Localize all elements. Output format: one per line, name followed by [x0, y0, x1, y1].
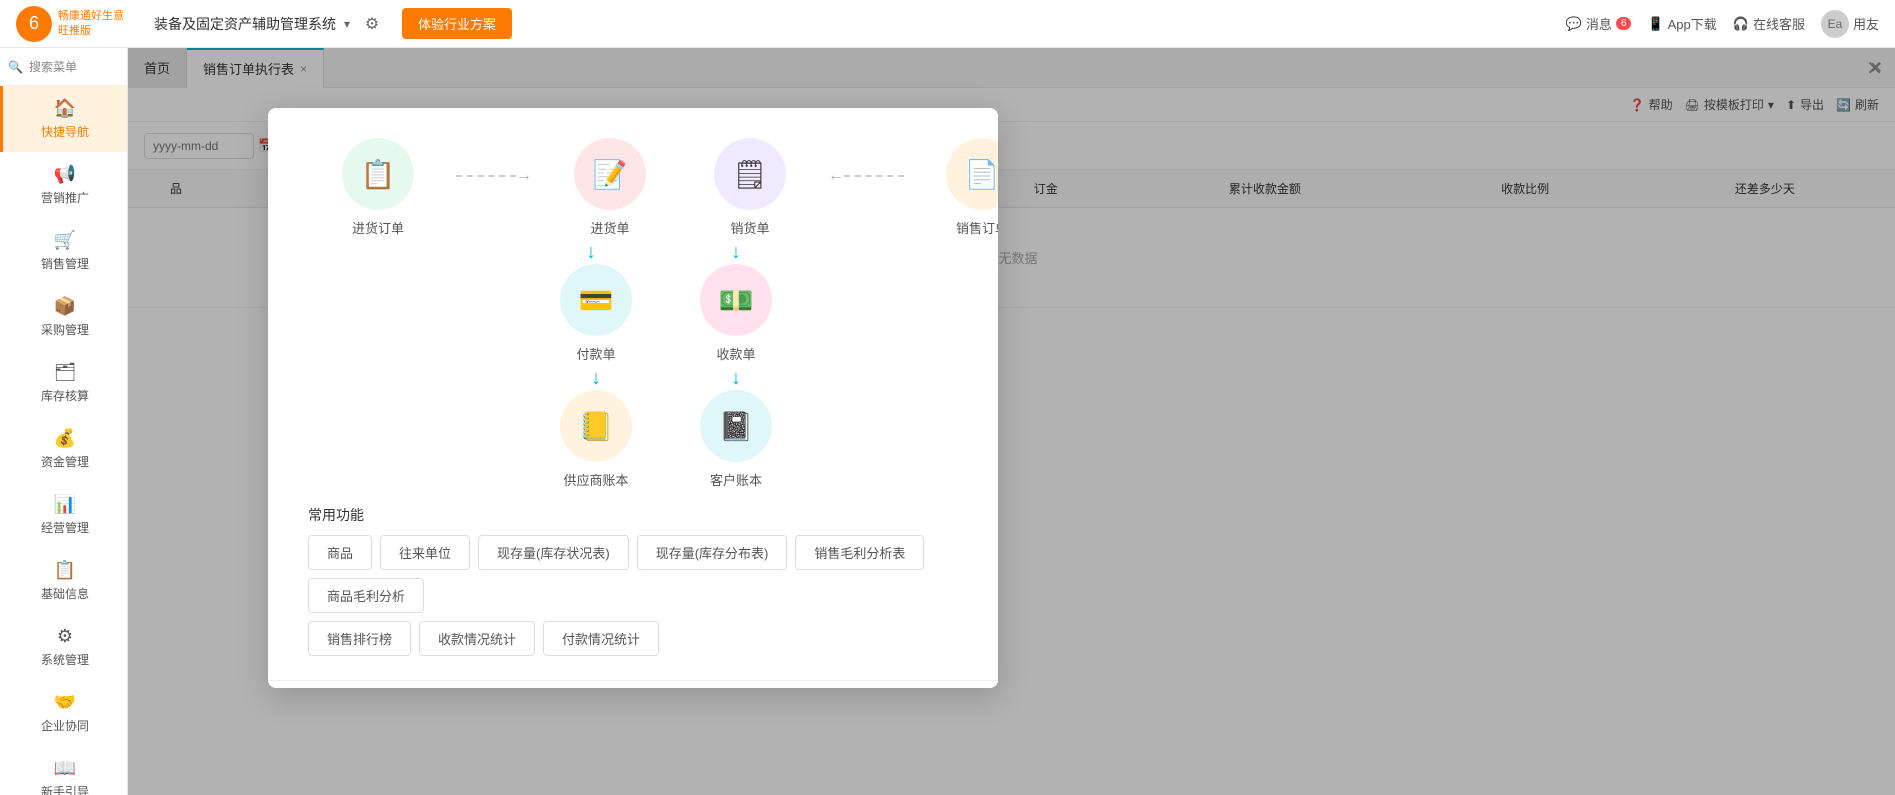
receipt-bill-circle: 💵 — [700, 264, 772, 336]
func-btn-product[interactable]: 商品 — [308, 535, 372, 570]
supplier-ledger-circle: 📒 — [560, 390, 632, 462]
marketing-icon: 📢 — [54, 164, 76, 185]
enterprise-icon: 🤝 — [54, 692, 76, 713]
purchase-bill-node[interactable]: 📝 进货单 — [540, 138, 680, 237]
message-badge: 6 — [1616, 17, 1632, 30]
inventory-icon: 🗂 — [54, 362, 77, 383]
online-service-btn[interactable]: 🎧 在线客服 — [1733, 14, 1805, 33]
sales-bill-node[interactable]: 🗒 销货单 — [680, 138, 820, 237]
system-title: 装备及固定资产辅助管理系统 ▾ ⚙ 体验行业方案 — [154, 8, 512, 39]
system-dropdown-btn[interactable]: ▾ — [344, 17, 350, 31]
logo-icon: 6 — [16, 6, 52, 42]
func-btn-stock-dist[interactable]: 现存量(库存分布表) — [637, 535, 788, 570]
sales-order-circle: 📄 — [946, 138, 998, 210]
search-label: 搜索菜单 — [29, 58, 77, 75]
sidebar-item-quick-nav[interactable]: 🏠 快捷导航 — [0, 86, 127, 152]
receipt-bill-node[interactable]: 💵 收款单 — [666, 264, 806, 363]
sidebar-item-basic[interactable]: 📋 基础信息 — [0, 548, 127, 614]
sidebar-item-inventory[interactable]: 🗂 库存核算 — [0, 350, 127, 416]
sidebar-item-operations[interactable]: 📊 经营管理 — [0, 482, 127, 548]
user-menu[interactable]: Ea 用友 — [1821, 10, 1879, 38]
supplier-ledger-label: 供应商账本 — [563, 470, 628, 489]
newbie-icon: 📖 — [54, 758, 76, 779]
func-buttons-row1: 商品 往来单位 现存量(库存状况表) 现存量(库存分布表) 销售毛利分析表 商品… — [308, 535, 958, 613]
basic-icon: 📋 — [54, 560, 76, 581]
workflow-diagram: 📋 进货订单 → 📝 — [268, 108, 998, 505]
quick-nav-icon: 🏠 — [54, 98, 76, 119]
sales-icon: 🛒 — [54, 230, 76, 251]
func-btn-stock-status[interactable]: 现存量(库存状况表) — [478, 535, 629, 570]
content-area: 首页 销售订单执行表 × ✕ ❓ 帮助 🖨 按模板打印 ▾ — [128, 48, 1895, 795]
settings-btn[interactable]: ⚙ — [358, 10, 386, 38]
func-btn-sales-gross[interactable]: 销售毛利分析表 — [795, 535, 924, 570]
logo-text: 畅康通好生意 旺推版 — [58, 9, 124, 38]
trial-btn[interactable]: 体验行业方案 — [402, 8, 512, 39]
sidebar-item-newbie[interactable]: 📖 新手引导 — [0, 746, 127, 795]
purchase-bill-circle: 📝 — [574, 138, 646, 210]
sidebar-item-finance[interactable]: 💰 资金管理 — [0, 416, 127, 482]
app-download-btn[interactable]: 📱 App下载 — [1647, 14, 1716, 33]
func-btn-payment-stats[interactable]: 付款情况统计 — [543, 621, 659, 656]
message-icon: 💬 — [1566, 16, 1582, 32]
logo-area: 6 畅康通好生意 旺推版 — [16, 6, 144, 42]
purchase-bill-label: 进货单 — [590, 218, 629, 237]
avatar: Ea — [1821, 10, 1849, 38]
receipt-bill-label: 收款单 — [716, 344, 755, 363]
customer-ledger-circle: 📓 — [700, 390, 772, 462]
top-bar: 6 畅康通好生意 旺推版 装备及固定资产辅助管理系统 ▾ ⚙ 体验行业方案 💬 … — [0, 0, 1895, 48]
common-functions: 常用功能 商品 往来单位 现存量(库存状况表) 现存量(库存分布表) 销售毛利分… — [268, 505, 998, 680]
system-icon: ⚙ — [57, 626, 73, 647]
purchase-order-label: 进货订单 — [352, 218, 404, 237]
sales-bill-label: 销货单 — [730, 218, 769, 237]
purchase-icon: 📦 — [54, 296, 76, 317]
system-name-label: 装备及固定资产辅助管理系统 — [154, 14, 336, 34]
sidebar: 🔍 搜索菜单 🏠 快捷导航 📢 营销推广 🛒 销售管理 📦 采购管理 — [0, 48, 128, 795]
common-functions-title: 常用功能 — [308, 505, 958, 525]
sidebar-item-purchase[interactable]: 📦 采购管理 — [0, 284, 127, 350]
func-btn-contacts[interactable]: 往来单位 — [380, 535, 470, 570]
modal-scrollbar: ◀ ▶ — [268, 680, 998, 688]
sales-order-node[interactable]: 📄 销售订单 — [912, 138, 998, 237]
purchase-order-circle: 📋 — [342, 138, 414, 210]
customer-ledger-label: 客户账本 — [710, 470, 762, 489]
search-icon: 🔍 — [8, 60, 23, 74]
func-btn-sales-rank[interactable]: 销售排行榜 — [308, 621, 411, 656]
workflow-modal: 📋 进货订单 → 📝 — [268, 108, 998, 688]
sales-order-label: 销售订单 — [956, 218, 998, 237]
sidebar-item-marketing[interactable]: 📢 营销推广 — [0, 152, 127, 218]
modal-overlay: 📋 进货订单 → 📝 — [128, 48, 1895, 795]
download-icon: 📱 — [1647, 16, 1663, 32]
func-btn-product-gross[interactable]: 商品毛利分析 — [308, 578, 424, 613]
sidebar-item-sales[interactable]: 🛒 销售管理 — [0, 218, 127, 284]
purchase-order-node[interactable]: 📋 进货订单 — [308, 138, 448, 237]
sales-bill-circle: 🗒 — [714, 138, 786, 210]
sidebar-item-system[interactable]: ⚙ 系统管理 — [0, 614, 127, 680]
main-area: 🔍 搜索菜单 🏠 快捷导航 📢 营销推广 🛒 销售管理 📦 采购管理 — [0, 48, 1895, 795]
service-icon: 🎧 — [1733, 16, 1749, 32]
sidebar-item-enterprise[interactable]: 🤝 企业协同 — [0, 680, 127, 746]
payment-bill-node[interactable]: 💳 付款单 — [526, 264, 666, 363]
finance-icon: 💰 — [54, 428, 76, 449]
func-btn-receipt-stats[interactable]: 收款情况统计 — [419, 621, 535, 656]
top-right: 💬 消息 6 📱 App下载 🎧 在线客服 Ea 用友 — [1566, 10, 1879, 38]
supplier-ledger-node[interactable]: 📒 供应商账本 — [526, 390, 666, 489]
payment-bill-circle: 💳 — [560, 264, 632, 336]
app-wrapper: 6 畅康通好生意 旺推版 装备及固定资产辅助管理系统 ▾ ⚙ 体验行业方案 💬 … — [0, 0, 1895, 795]
payment-bill-label: 付款单 — [576, 344, 615, 363]
operations-icon: 📊 — [54, 494, 76, 515]
func-buttons-row2: 销售排行榜 收款情况统计 付款情况统计 — [308, 621, 958, 656]
customer-ledger-node[interactable]: 📓 客户账本 — [666, 390, 806, 489]
message-btn[interactable]: 💬 消息 6 — [1566, 14, 1632, 33]
page-close-btn[interactable]: ✕ — [1866, 56, 1883, 81]
sidebar-search[interactable]: 🔍 搜索菜单 — [0, 48, 127, 86]
